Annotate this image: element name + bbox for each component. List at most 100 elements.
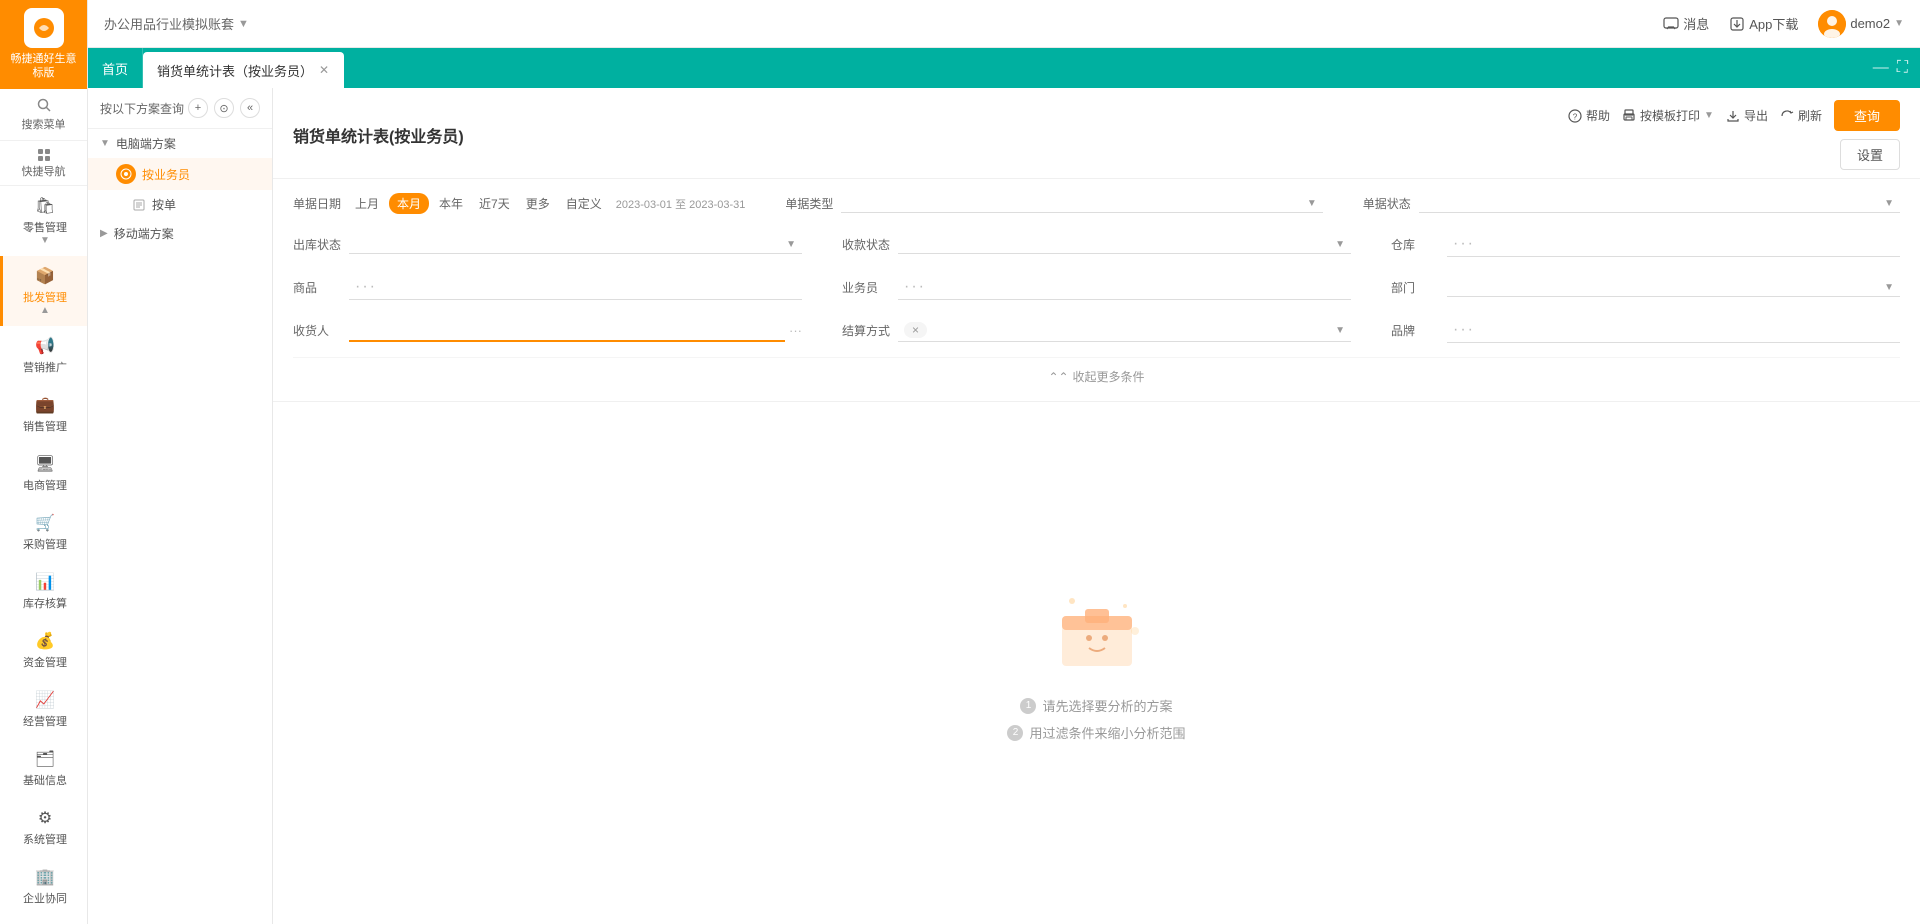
app-download-btn[interactable]: App下载 <box>1729 14 1798 33</box>
page-header-actions: ? 帮助 按模板打印 ▼ 导出 <box>1568 100 1900 170</box>
pay-status-label: 收款状态 <box>842 236 898 253</box>
out-status-select[interactable]: ▼ <box>349 236 802 254</box>
tree-item-by-salesman-label: 按业务员 <box>142 166 190 183</box>
logo-text: 畅捷通好生意 <box>11 52 77 66</box>
tab-home[interactable]: 首页 <box>88 48 143 88</box>
filter-row-2: 出库状态 ▼ 收款状态 ▼ <box>293 228 1900 261</box>
sidebar-item-label: 营销推广 <box>23 359 67 375</box>
sales-icon: 💼 <box>35 395 55 415</box>
tab-sales-stat[interactable]: 销货单统计表（按业务员） ✕ <box>143 52 344 88</box>
company-dropdown[interactable]: 办公用品行业模拟账套 ▼ <box>104 14 249 33</box>
doc-type-select[interactable]: ▼ <box>841 195 1322 213</box>
user-menu[interactable]: demo2 ▼ <box>1818 10 1904 38</box>
collapse-panel-btn[interactable]: « <box>240 98 260 118</box>
filter-warehouse: 仓库 ··· <box>1391 228 1900 261</box>
settle-select[interactable]: × ▼ <box>898 319 1351 342</box>
tree-group-mobile[interactable]: ▶ 移动端方案 <box>88 219 272 248</box>
sidebar-item-finance[interactable]: 💰 资金管理 <box>0 621 87 680</box>
doc-status-arrow-icon: ▼ <box>1884 198 1894 209</box>
warehouse-label: 仓库 <box>1391 236 1447 253</box>
setting-button[interactable]: 设置 <box>1840 139 1900 170</box>
inventory-icon: 📊 <box>35 572 55 592</box>
edit-scheme-btn[interactable]: ⊙ <box>214 98 234 118</box>
doc-status-select[interactable]: ▼ <box>1419 195 1900 213</box>
print-dropdown-icon: ▼ <box>1704 110 1714 121</box>
add-scheme-btn[interactable]: + <box>188 98 208 118</box>
sidebar-item-label: 资金管理 <box>23 654 67 670</box>
message-btn[interactable]: 消息 <box>1663 14 1709 33</box>
salesman-label: 业务员 <box>842 279 898 296</box>
settle-tag-close[interactable]: × <box>912 323 919 337</box>
refresh-icon <box>1780 109 1794 123</box>
tab-sales-stat-label: 销货单统计表（按业务员） <box>157 61 313 80</box>
sidebar-item-enterprise[interactable]: 🏢 企业协同 <box>0 857 87 916</box>
brand-select[interactable]: ··· <box>1447 318 1900 343</box>
refresh-btn[interactable]: 刷新 <box>1780 107 1822 124</box>
export-icon <box>1726 109 1740 123</box>
help-btn[interactable]: ? 帮助 <box>1568 107 1610 124</box>
sidebar-item-purchase[interactable]: 🛒 采购管理 <box>0 503 87 562</box>
filter-doc-type: 单据类型 ▼ <box>785 191 1322 217</box>
collapse-row: ⌃⌃ 收起更多条件 <box>293 357 1900 391</box>
date-tab-custom[interactable]: 自定义 <box>560 193 608 214</box>
quick-nav[interactable]: 快捷导航 <box>0 141 87 186</box>
sidebar-item-operation[interactable]: 📈 经营管理 <box>0 680 87 739</box>
sidebar-item-base[interactable]: 🗂 基础信息 <box>0 739 87 798</box>
left-panel-title: 按以下方案查询 <box>100 100 184 117</box>
sidebar-item-inventory[interactable]: 📊 库存核算 <box>0 562 87 621</box>
tree-group-desktop[interactable]: ▼ 电脑端方案 <box>88 129 272 158</box>
tab-close-icon[interactable]: ✕ <box>319 63 329 77</box>
filter-date: 单据日期 上月 本月 本年 近7天 更多 自定义 2023-03-01 至 20… <box>293 189 745 218</box>
date-tab-this-month[interactable]: 本月 <box>389 193 429 214</box>
base-icon: 🗂 <box>35 749 55 769</box>
tab-maximize-btn[interactable]: ⛶ <box>1897 59 1908 77</box>
receiver-input[interactable] <box>349 320 785 342</box>
warehouse-dots-icon: ··· <box>1453 235 1475 253</box>
sidebar-item-newbie[interactable]: 🎯 新手引导 <box>0 916 87 924</box>
search-menu[interactable]: 搜索菜单 <box>0 89 87 141</box>
date-tab-more[interactable]: 更多 <box>520 193 556 214</box>
dept-label: 部门 <box>1391 279 1447 296</box>
sidebar-item-ecom[interactable]: 🖥 电商管理 <box>0 444 87 503</box>
message-icon <box>1663 16 1679 32</box>
export-btn[interactable]: 导出 <box>1726 107 1768 124</box>
date-tab-last-month[interactable]: 上月 <box>349 193 385 214</box>
sidebar-item-retail[interactable]: 🛍 零售管理 ▼ <box>0 186 87 256</box>
sidebar-logo[interactable]: 畅捷通好生意 标版 <box>0 0 87 89</box>
tab-minimize-btn[interactable]: — <box>1873 59 1889 77</box>
sidebar-item-label: 基础信息 <box>23 772 67 788</box>
print-btn[interactable]: 按模板打印 ▼ <box>1622 107 1714 124</box>
sidebar-item-wholesale[interactable]: 📦 批发管理 ▲ <box>0 256 87 326</box>
sidebar-item-system[interactable]: ⚙ 系统管理 <box>0 798 87 857</box>
collapse-conditions-btn[interactable]: ⌃⌃ 收起更多条件 <box>1048 362 1144 391</box>
search-menu-label: 搜索菜单 <box>22 116 66 132</box>
svg-text:?: ? <box>1573 112 1578 121</box>
filter-doc-status: 单据状态 ▼ <box>1363 191 1900 217</box>
receiver-label: 收货人 <box>293 322 349 339</box>
order-icon <box>132 198 146 212</box>
tree-item-by-order[interactable]: 按单 <box>88 190 272 219</box>
filter-brand: 品牌 ··· <box>1391 314 1900 347</box>
pay-status-arrow-icon: ▼ <box>1335 239 1345 250</box>
pay-status-select[interactable]: ▼ <box>898 236 1351 254</box>
goods-select[interactable]: ··· <box>349 275 802 300</box>
dept-select[interactable]: ▼ <box>1447 279 1900 297</box>
date-tab-last-7[interactable]: 近7天 <box>473 193 516 214</box>
date-tab-this-year[interactable]: 本年 <box>433 193 469 214</box>
warehouse-select[interactable]: ··· <box>1447 232 1900 257</box>
left-panel: 按以下方案查询 + ⊙ « ▼ 电脑端方案 按业务员 按单 <box>88 88 273 924</box>
finance-icon: 💰 <box>35 631 55 651</box>
doc-type-arrow-icon: ▼ <box>1307 198 1317 209</box>
export-label: 导出 <box>1744 107 1768 124</box>
sidebar-item-label: 经营管理 <box>23 713 67 729</box>
sidebar-item-marketing[interactable]: 📢 营销推广 <box>0 326 87 385</box>
settle-arrow-icon: ▼ <box>1335 325 1345 336</box>
enterprise-icon: 🏢 <box>35 867 55 887</box>
salesman-select[interactable]: ··· <box>898 275 1351 300</box>
sidebar-item-sales[interactable]: 💼 销售管理 <box>0 385 87 444</box>
hint-2-text: 用过滤条件来缩小分析范围 <box>1029 723 1185 742</box>
query-button[interactable]: 查询 <box>1834 100 1900 131</box>
tree-item-by-salesman[interactable]: 按业务员 <box>88 158 272 190</box>
settle-label: 结算方式 <box>842 322 898 339</box>
tree-arrow-icon: ▼ <box>100 138 110 149</box>
